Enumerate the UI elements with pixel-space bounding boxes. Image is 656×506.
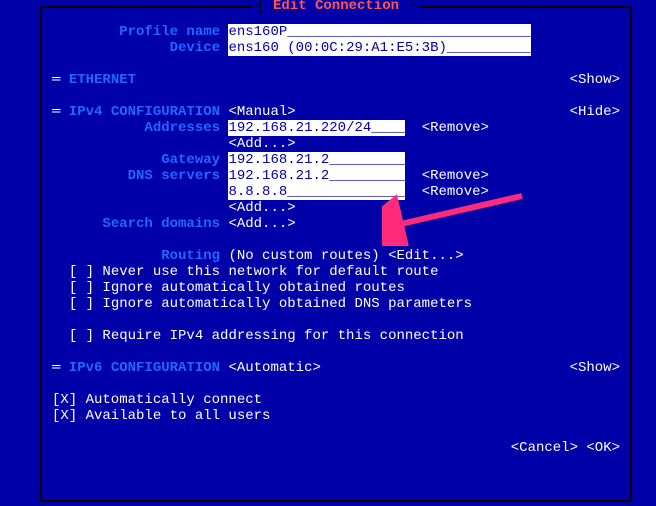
profile-name-input[interactable]: ens160P_____________________________ [228, 24, 530, 40]
routing-text: (No custom routes) [228, 248, 379, 264]
search-domains-label: Search domains [102, 216, 220, 232]
dns-input-0[interactable]: 192.168.21.2_________ [228, 168, 404, 184]
checkbox-require-ipv4[interactable]: [ ] Require IPv4 addressing for this con… [69, 328, 464, 344]
routing-label: Routing [161, 248, 220, 264]
dns-remove-0[interactable]: <Remove> [422, 168, 489, 184]
search-domains-add-button[interactable]: <Add...> [228, 216, 295, 232]
routing-edit-button[interactable]: <Edit...> [388, 248, 464, 264]
dialog-title: ┤ Edit Connection ├ [252, 0, 420, 14]
ethernet-show-button[interactable]: <Show> [570, 72, 620, 88]
ethernet-section: ETHERNET [69, 72, 136, 88]
edit-connection-dialog: ┤ Edit Connection ├ Profile name ens160P… [40, 6, 632, 502]
ok-button[interactable]: <OK> [586, 440, 620, 456]
dns-add-button[interactable]: <Add...> [228, 200, 295, 216]
addresses-label: Addresses [144, 120, 220, 136]
address-add-button[interactable]: <Add...> [228, 136, 295, 152]
dns-remove-1[interactable]: <Remove> [422, 184, 489, 200]
ipv6-show-button[interactable]: <Show> [570, 360, 620, 376]
dns-input-1[interactable]: 8.8.8.8______________ [228, 184, 404, 200]
ipv4-hide-button[interactable]: <Hide> [570, 104, 620, 120]
ipv4-mode-select[interactable]: <Manual> [228, 104, 295, 120]
checkbox-ignore-routes[interactable]: [ ] Ignore automatically obtained routes [69, 280, 405, 296]
cancel-button[interactable]: <Cancel> [511, 440, 578, 456]
ipv6-mode-select[interactable]: <Automatic> [228, 360, 320, 376]
checkbox-default-route[interactable]: [ ] Never use this network for default r… [69, 264, 439, 280]
profile-name-label: Profile name [119, 24, 220, 40]
checkbox-auto-connect[interactable]: [X] Automatically connect [52, 392, 262, 408]
gateway-label: Gateway [161, 152, 220, 168]
checkbox-ignore-dns[interactable]: [ ] Ignore automatically obtained DNS pa… [69, 296, 472, 312]
address-remove-0[interactable]: <Remove> [422, 120, 489, 136]
dns-label: DNS servers [128, 168, 220, 184]
device-input[interactable]: ens160 (00:0C:29:A1:E5:3B)__________ [228, 40, 530, 56]
address-input-0[interactable]: 192.168.21.220/24____ [228, 120, 404, 136]
checkbox-all-users[interactable]: [X] Available to all users [52, 408, 270, 424]
ipv4-section: IPv4 CONFIGURATION [69, 104, 220, 120]
ipv6-section: IPv6 CONFIGURATION [69, 360, 220, 376]
device-label: Device [170, 40, 220, 56]
gateway-input[interactable]: 192.168.21.2_________ [228, 152, 404, 168]
